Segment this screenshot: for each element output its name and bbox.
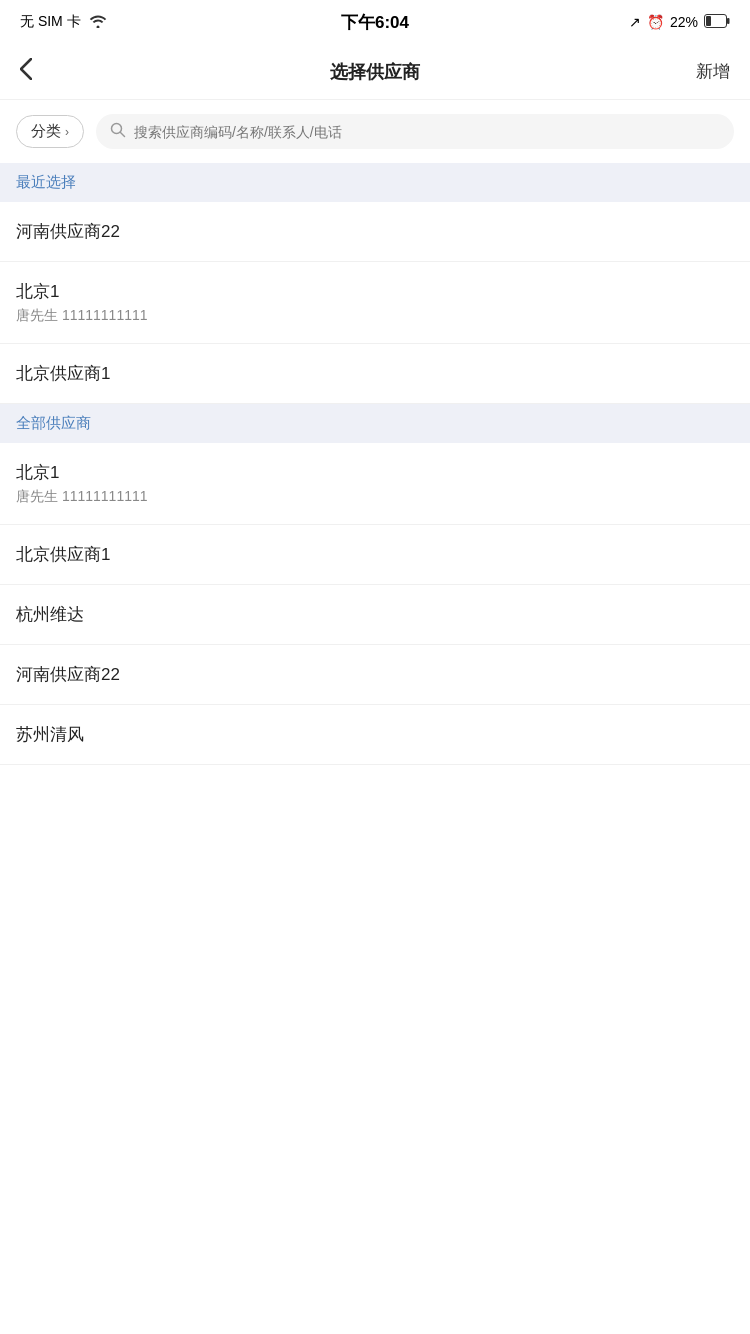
page-title: 选择供应商 xyxy=(330,60,420,84)
all-item-1-name: 北京1 xyxy=(16,461,734,484)
all-item-1-contact: 唐先生 11111111111 xyxy=(16,488,734,506)
status-time: 下午6:04 xyxy=(341,11,409,34)
recent-items-list: 河南供应商22 北京1 唐先生 11111111111 北京供应商1 xyxy=(0,202,750,404)
status-right: ↗ ⏰ 22% xyxy=(629,14,730,31)
status-bar: 无 SIM 卡 下午6:04 ↗ ⏰ 22% xyxy=(0,0,750,44)
svg-rect-1 xyxy=(706,16,711,26)
all-item-2-name: 北京供应商1 xyxy=(16,543,734,566)
all-section-label: 全部供应商 xyxy=(16,414,91,431)
all-item-5[interactable]: 苏州清风 xyxy=(0,705,750,765)
recent-item-2-contact: 唐先生 11111111111 xyxy=(16,307,734,325)
no-sim-label: 无 SIM 卡 xyxy=(20,13,81,31)
chevron-right-icon: › xyxy=(65,125,69,139)
recent-item-2-name: 北京1 xyxy=(16,280,734,303)
svg-rect-2 xyxy=(727,18,730,24)
wifi-icon xyxy=(89,14,107,31)
recent-item-3-name: 北京供应商1 xyxy=(16,362,734,385)
all-item-4-name: 河南供应商22 xyxy=(16,663,734,686)
battery-icon xyxy=(704,14,730,31)
all-item-1[interactable]: 北京1 唐先生 11111111111 xyxy=(0,443,750,525)
search-icon xyxy=(110,122,126,141)
all-item-3[interactable]: 杭州维达 xyxy=(0,585,750,645)
all-item-5-name: 苏州清风 xyxy=(16,723,734,746)
recent-section-header: 最近选择 xyxy=(0,163,750,202)
battery-label: 22% xyxy=(670,14,698,30)
location-icon: ↗ xyxy=(629,14,641,30)
search-box xyxy=(96,114,734,149)
category-filter[interactable]: 分类 › xyxy=(16,115,84,148)
status-left: 无 SIM 卡 xyxy=(20,13,107,31)
search-input[interactable] xyxy=(134,124,720,140)
alarm-icon: ⏰ xyxy=(647,14,664,30)
all-item-2[interactable]: 北京供应商1 xyxy=(0,525,750,585)
recent-item-1[interactable]: 河南供应商22 xyxy=(0,202,750,262)
all-section-header: 全部供应商 xyxy=(0,404,750,443)
recent-item-3[interactable]: 北京供应商1 xyxy=(0,344,750,404)
add-button[interactable]: 新增 xyxy=(696,60,730,83)
recent-item-2[interactable]: 北京1 唐先生 11111111111 xyxy=(0,262,750,344)
all-item-3-name: 杭州维达 xyxy=(16,603,734,626)
recent-section-label: 最近选择 xyxy=(16,173,76,190)
all-items-list: 北京1 唐先生 11111111111 北京供应商1 杭州维达 河南供应商22 … xyxy=(0,443,750,765)
nav-bar: 选择供应商 新增 xyxy=(0,44,750,100)
recent-item-1-name: 河南供应商22 xyxy=(16,220,734,243)
category-label: 分类 xyxy=(31,122,61,141)
back-button[interactable] xyxy=(12,50,40,94)
filter-bar: 分类 › xyxy=(0,100,750,163)
all-item-4[interactable]: 河南供应商22 xyxy=(0,645,750,705)
